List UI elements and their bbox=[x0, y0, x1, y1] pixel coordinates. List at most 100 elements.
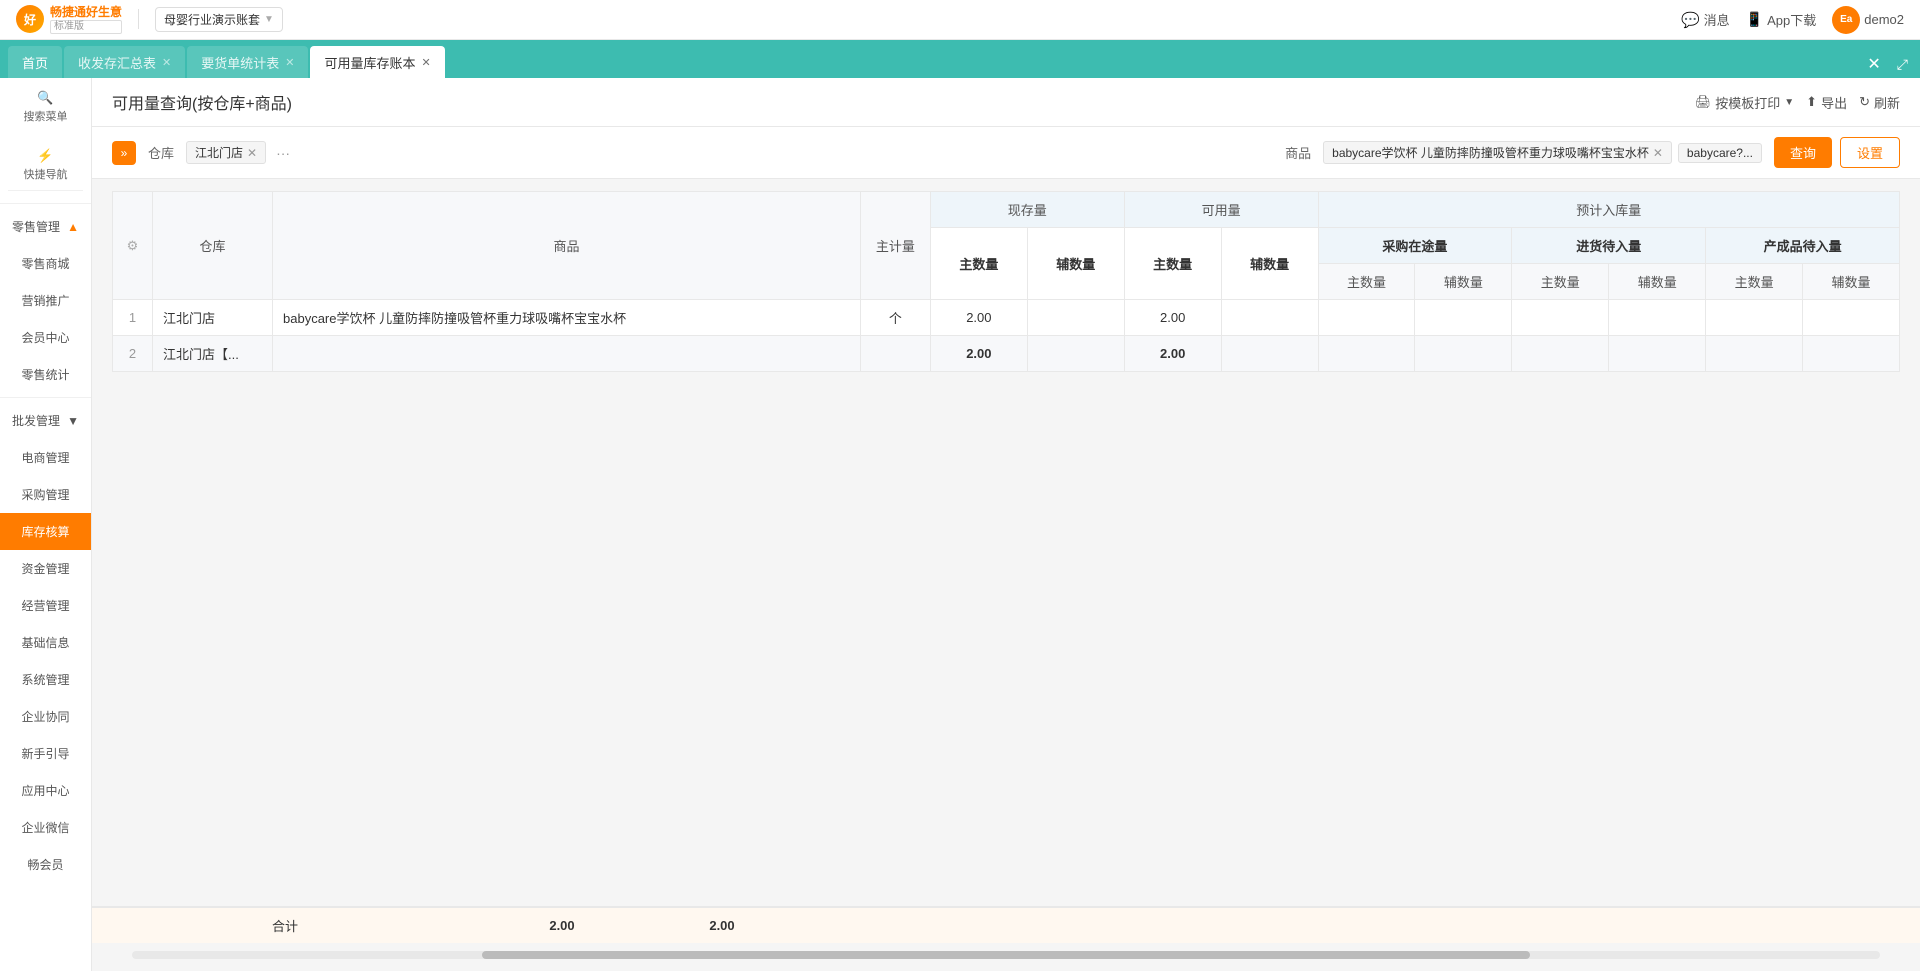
sidebar-item-finance-label: 资金管理 bbox=[21, 560, 69, 577]
search-menu-btn[interactable]: 🔍 搜索菜单 bbox=[8, 86, 83, 128]
row-2-num: 2 bbox=[113, 336, 153, 372]
warehouse-tag-remove[interactable]: ✕ bbox=[247, 146, 257, 160]
filter-actions: 查询 设置 bbox=[1774, 137, 1900, 168]
sidebar-item-basic-label: 基础信息 bbox=[21, 634, 69, 651]
sidebar-item-newbie[interactable]: 新手引导 bbox=[0, 735, 91, 772]
sidebar-item-purchase[interactable]: 采购管理 bbox=[0, 476, 91, 513]
logo-icon: 好 bbox=[16, 5, 44, 33]
print-icon: 🖨 bbox=[1695, 94, 1712, 110]
product-tag-remove[interactable]: ✕ bbox=[1653, 146, 1663, 160]
col-purchase-transit-header: 采购在途量 bbox=[1318, 228, 1512, 264]
sidebar-item-wholesale[interactable]: 批发管理 ▼ bbox=[0, 402, 91, 439]
template-print-btn[interactable]: 🖨 按模板打印 ▼ bbox=[1695, 93, 1794, 112]
tab-home[interactable]: 首页 bbox=[8, 46, 62, 78]
row-1-product: babycare学饮杯 儿童防摔防撞吸管杯重力球吸嘴杯宝宝水杯 bbox=[273, 300, 861, 336]
col-product-header: 商品 bbox=[273, 192, 861, 300]
sidebar-item-retail-stats[interactable]: 零售统计 bbox=[0, 356, 91, 393]
sidebar-item-purchase-label: 采购管理 bbox=[21, 486, 69, 503]
col-stock-main-header: 主数量 bbox=[930, 228, 1027, 300]
row-1-pt-main bbox=[1318, 300, 1415, 336]
industry-selector[interactable]: 母婴行业演示账套 ▼ bbox=[155, 7, 283, 32]
sidebar-item-inventory[interactable]: 库存核算 bbox=[0, 513, 91, 550]
tab-receipts-label: 收发存汇总表 bbox=[78, 53, 156, 72]
content-area: 可用量查询(按仓库+商品) 🖨 按模板打印 ▼ ⬆ 导出 ↻ 刷新 bbox=[92, 78, 1920, 971]
row-2-product bbox=[273, 336, 861, 372]
col-available-header: 可用量 bbox=[1124, 192, 1318, 228]
col-finished-header: 产成品待入量 bbox=[1706, 228, 1900, 264]
nav-expand-btn[interactable]: ⤢ bbox=[1893, 52, 1912, 77]
chevron-down-icon: ▼ bbox=[264, 14, 274, 25]
query-btn[interactable]: 查询 bbox=[1774, 137, 1832, 168]
nav-icon: ⚡ bbox=[37, 148, 53, 163]
col-ip-main-header: 主数量 bbox=[1512, 264, 1609, 300]
sidebar-item-retail-mall[interactable]: 零售商城 bbox=[0, 245, 91, 282]
top-bar-left: 好 畅捷通好生意 标准版 母婴行业演示账套 ▼ bbox=[16, 5, 283, 33]
tab-order-stats-close[interactable]: ✕ bbox=[285, 56, 294, 69]
quick-nav-btn[interactable]: ⚡ 快捷导航 bbox=[8, 140, 83, 191]
warehouse-tag-text: 江北门店 bbox=[195, 144, 243, 161]
export-btn[interactable]: ⬆ 导出 bbox=[1806, 93, 1847, 112]
product-filter-label: 商品 bbox=[1285, 143, 1311, 162]
sidebar-item-ecommerce[interactable]: 电商管理 bbox=[0, 439, 91, 476]
row-2-pt-aux bbox=[1415, 336, 1512, 372]
col-avail-aux-header: 辅数量 bbox=[1221, 228, 1318, 300]
tab-receipts-close[interactable]: ✕ bbox=[162, 56, 171, 69]
row-2-avail-main: 2.00 bbox=[1124, 336, 1221, 372]
nav-close-all-btn[interactable]: ✕ bbox=[1863, 50, 1884, 78]
data-table: ⚙ 仓库 商品 主计量 现存量 可用量 预计入库量 主数量 辅数量 主数量 辅数… bbox=[112, 191, 1900, 372]
row-2-avail-aux bbox=[1221, 336, 1318, 372]
tab-order-stats[interactable]: 要货单统计表 ✕ bbox=[187, 46, 308, 78]
horizontal-scrollbar[interactable] bbox=[132, 951, 1880, 959]
sidebar-item-vip[interactable]: 畅会员 bbox=[0, 846, 91, 883]
row-1-avail-main: 2.00 bbox=[1124, 300, 1221, 336]
tab-home-label: 首页 bbox=[22, 53, 48, 72]
total-avail-main: 2.00 bbox=[682, 918, 762, 933]
message-btn[interactable]: 💬 消息 bbox=[1681, 10, 1730, 29]
row-1-warehouse: 江北门店 bbox=[153, 300, 273, 336]
sidebar-item-finance[interactable]: 资金管理 bbox=[0, 550, 91, 587]
sidebar-item-system[interactable]: 系统管理 bbox=[0, 661, 91, 698]
nav-tabs: 首页 收发存汇总表 ✕ 要货单统计表 ✕ 可用量库存账本 ✕ ✕ ⤢ bbox=[0, 40, 1920, 78]
refresh-label: 刷新 bbox=[1874, 93, 1900, 112]
row-2-ip-main bbox=[1512, 336, 1609, 372]
avatar: Ea bbox=[1832, 6, 1860, 34]
sidebar-item-retail[interactable]: 零售管理 ▲ bbox=[0, 208, 91, 245]
product-tag2-text: babycare?... bbox=[1687, 146, 1753, 160]
tab-available-stock-close[interactable]: ✕ bbox=[422, 56, 431, 69]
sidebar-item-wechat[interactable]: 企业微信 bbox=[0, 809, 91, 846]
warehouse-filter-tags: 江北门店 ✕ ··· bbox=[186, 141, 1273, 164]
app-download-btn[interactable]: 📱 App下载 bbox=[1746, 10, 1817, 29]
user-area[interactable]: Ea demo2 bbox=[1832, 6, 1904, 34]
tab-order-stats-label: 要货单统计表 bbox=[201, 53, 279, 72]
page-header: 可用量查询(按仓库+商品) 🖨 按模板打印 ▼ ⬆ 导出 ↻ 刷新 bbox=[92, 78, 1920, 127]
table-row: 2 江北门店【... 2.00 2.00 bbox=[113, 336, 1900, 372]
row-1-unit: 个 bbox=[860, 300, 930, 336]
refresh-btn[interactable]: ↻ 刷新 bbox=[1859, 93, 1900, 112]
warehouse-more-btn[interactable]: ··· bbox=[272, 145, 294, 161]
sidebar-item-member-label: 会员中心 bbox=[21, 329, 69, 346]
sidebar-item-operations[interactable]: 经营管理 bbox=[0, 587, 91, 624]
tab-available-stock[interactable]: 可用量库存账本 ✕ bbox=[310, 46, 444, 78]
col-incoming-pending-header: 进货待入量 bbox=[1512, 228, 1706, 264]
sidebar-search-area: 🔍 搜索菜单 bbox=[0, 78, 91, 136]
product-tag-babycare2: babycare?... bbox=[1678, 143, 1762, 163]
settings-filter-btn[interactable]: 设置 bbox=[1840, 137, 1900, 168]
quick-nav-label: 快捷导航 bbox=[12, 166, 79, 182]
col-settings-icon[interactable]: ⚙ bbox=[127, 238, 139, 253]
total-avail-aux bbox=[762, 918, 842, 933]
filter-toggle-btn[interactable]: » bbox=[112, 141, 136, 165]
row-1-stock-main: 2.00 bbox=[930, 300, 1027, 336]
sidebar-item-member[interactable]: 会员中心 bbox=[0, 319, 91, 356]
sidebar-item-basic[interactable]: 基础信息 bbox=[0, 624, 91, 661]
col-unit-header: 主计量 bbox=[860, 192, 930, 300]
sidebar-item-operations-label: 经营管理 bbox=[21, 597, 69, 614]
industry-selector-text: 母婴行业演示账套 bbox=[164, 11, 260, 28]
sidebar-item-enterprise[interactable]: 企业协同 bbox=[0, 698, 91, 735]
row-2-stock-aux bbox=[1027, 336, 1124, 372]
scrollbar-thumb bbox=[482, 951, 1531, 959]
sidebar-item-appstore[interactable]: 应用中心 bbox=[0, 772, 91, 809]
toggle-icon: » bbox=[121, 146, 128, 160]
tab-receipts[interactable]: 收发存汇总表 ✕ bbox=[64, 46, 185, 78]
sidebar-item-marketing[interactable]: 营销推广 bbox=[0, 282, 91, 319]
total-stock-aux bbox=[602, 918, 682, 933]
